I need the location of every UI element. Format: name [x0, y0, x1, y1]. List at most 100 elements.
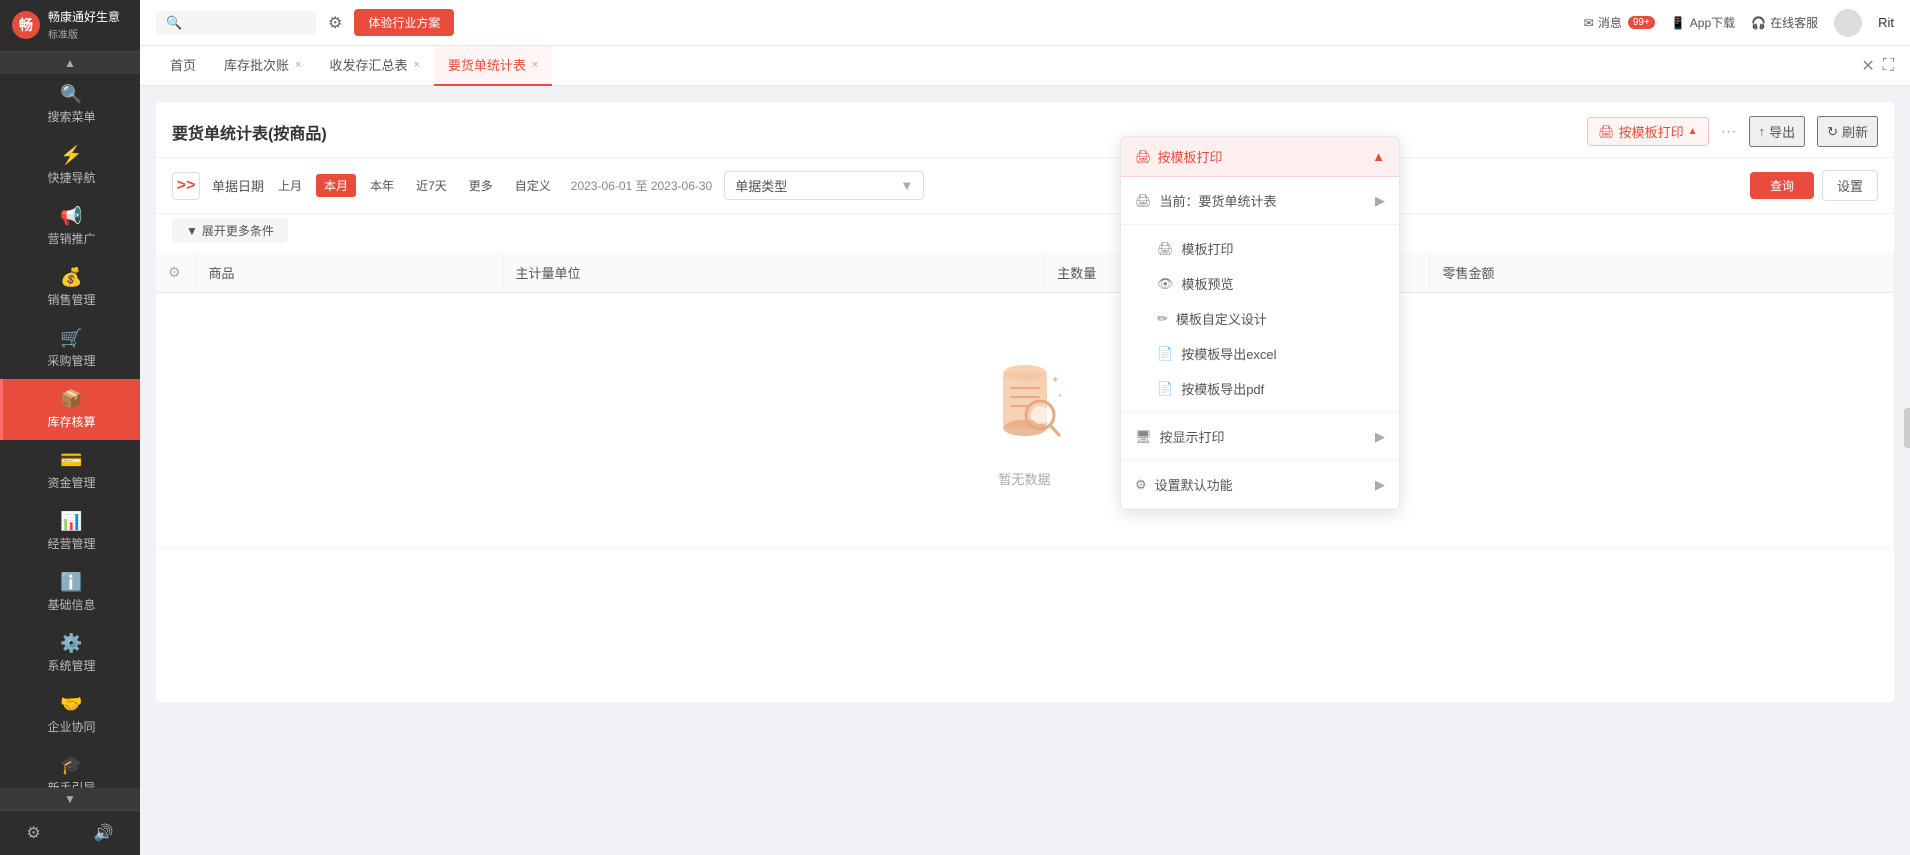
tab-inventory-batch-label: 库存批次账	[224, 55, 289, 74]
date-btn-custom[interactable]: 自定义	[507, 174, 559, 197]
headset-icon: 🎧	[1751, 16, 1766, 30]
sidebar-item-newbie[interactable]: 🎓 新手引导	[0, 745, 140, 788]
refresh-button[interactable]: ↻ 刷新	[1817, 116, 1878, 147]
col-product: 商品	[196, 253, 503, 293]
sidebar-item-inventory[interactable]: 📦 库存核算	[0, 379, 140, 440]
filter-right-actions: 查询 设置	[1750, 170, 1878, 201]
sidebar-item-cooperation[interactable]: 🤝 企业协同	[0, 684, 140, 745]
sidebar-item-marketing[interactable]: 📢 营销推广	[0, 196, 140, 257]
chevron-up-icon: ▲	[1688, 126, 1698, 137]
settings-button[interactable]: 设置	[1822, 170, 1878, 201]
date-btn-prev[interactable]: 上月	[270, 174, 310, 197]
sidebar-nav: 🔍 搜索菜单 ⚡ 快捷导航 📢 营销推广 💰 销售管理 🛒 采购管理 📦 库存核…	[0, 74, 140, 788]
chevron-right-icon: ▶	[1375, 193, 1385, 209]
page-header: 要货单统计表(按商品) 🖨 按模板打印 ▲ ··· ↑ 导出 ↻ 刷新	[156, 102, 1894, 158]
filter-expand-row: ▼ 展开更多条件	[156, 214, 1894, 253]
export-button[interactable]: ↑ 导出	[1749, 116, 1806, 147]
sidebar-item-purchase[interactable]: 🛒 采购管理	[0, 318, 140, 379]
sidebar-item-operations[interactable]: 📊 经营管理	[0, 501, 140, 562]
user-avatar[interactable]	[1834, 9, 1862, 37]
sidebar-item-search[interactable]: 🔍 搜索菜单	[0, 74, 140, 135]
expand-more-button[interactable]: ▼ 展开更多条件	[172, 218, 288, 243]
speaker-bottom-btn[interactable]: 🔊	[86, 819, 122, 847]
dropdown-display-print[interactable]: 🖥 按显示打印 ▶	[1121, 419, 1399, 454]
dropdown-item-template-custom[interactable]: ✏ 模板自定义设计	[1121, 301, 1399, 336]
app-download-action[interactable]: 📱 App下载	[1671, 14, 1735, 31]
dropdown-item-template-preview[interactable]: 👁 模板预览	[1121, 266, 1399, 301]
trial-button[interactable]: 体验行业方案	[354, 9, 454, 36]
sidebar-item-finance[interactable]: 💳 资金管理	[0, 440, 140, 501]
tab-home[interactable]: 首页	[156, 46, 210, 86]
dropdown-current-template[interactable]: 🖨 当前：要货单统计表 ▶	[1121, 183, 1399, 218]
tab-inventory-batch-close[interactable]: ×	[295, 59, 301, 71]
tab-inventory-batch[interactable]: 库存批次账 ×	[210, 46, 315, 86]
cooperation-icon: 🤝	[60, 694, 82, 715]
tab-receipt-summary[interactable]: 收发存汇总表 ×	[315, 46, 433, 86]
topbar: 🔍 ⚙ 体验行业方案 ✉ 消息 99+ 📱 App下载 🎧 在线客服 Rit	[140, 0, 1910, 46]
dropdown-item-template-print[interactable]: 🖨 模板打印	[1121, 231, 1399, 266]
print-template-button[interactable]: 🖨 按模板打印 ▲	[1587, 117, 1708, 146]
data-table: ⚙ 商品 主计量单位 主数量 零售金额	[156, 253, 1894, 549]
col-retail-amount: 零售金额	[1430, 253, 1894, 293]
topbar-actions: ✉ 消息 99+ 📱 App下载 🎧 在线客服 Rit	[1584, 9, 1894, 37]
sidebar: 畅 畅康通好生意 标准版 ▲ 🔍 搜索菜单 ⚡ 快捷导航 📢 营销推广 💰 销售…	[0, 0, 140, 855]
right-resize-handle[interactable]	[1904, 408, 1910, 448]
refresh-icon: ↻	[1827, 124, 1838, 140]
tab-close-all-btn[interactable]: ✕	[1861, 56, 1874, 76]
date-btn-more[interactable]: 更多	[461, 174, 501, 197]
sidebar-scroll-up[interactable]: ▲	[0, 52, 140, 74]
date-btn-year[interactable]: 本年	[362, 174, 402, 197]
topbar-gear-icon[interactable]: ⚙	[328, 13, 342, 33]
tab-maximize-btn[interactable]: ⛶	[1883, 57, 1894, 75]
tab-home-label: 首页	[170, 55, 196, 74]
sidebar-item-label: 经营管理	[47, 535, 95, 552]
sidebar-item-basic-info[interactable]: ℹ️ 基础信息	[0, 562, 140, 623]
quick-nav-icon: ⚡	[60, 145, 82, 166]
sidebar-item-system[interactable]: ⚙️ 系统管理	[0, 623, 140, 684]
date-filter: 单据日期 上月 本月 本年 近7天 更多 自定义	[212, 174, 559, 197]
empty-illustration: ✦ ✦	[975, 353, 1075, 453]
tab-order-stats[interactable]: 要货单统计表 ×	[434, 46, 552, 86]
dropdown-set-default[interactable]: ⚙ 设置默认功能 ▶	[1121, 467, 1399, 502]
table-settings-icon[interactable]: ⚙	[168, 264, 181, 280]
page-card: 要货单统计表(按商品) 🖨 按模板打印 ▲ ··· ↑ 导出 ↻ 刷新	[156, 102, 1894, 702]
tab-receipt-summary-close[interactable]: ×	[413, 59, 419, 71]
inventory-icon: 📦	[60, 389, 82, 410]
settings-bottom-btn[interactable]: ⚙	[18, 819, 48, 847]
template-preview-icon: 👁	[1157, 276, 1174, 292]
printer-icon: 🖨	[1135, 149, 1152, 165]
topbar-search-input[interactable]	[188, 16, 288, 30]
sidebar-item-label: 新手引导	[47, 779, 95, 788]
sidebar-item-quick-nav[interactable]: ⚡ 快捷导航	[0, 135, 140, 196]
sidebar-scroll-down[interactable]: ▼	[0, 788, 140, 810]
date-range-display: 2023-06-01 至 2023-06-30	[571, 177, 712, 194]
dropdown-collapse-icon[interactable]: ▲	[1372, 149, 1385, 164]
col-unit: 主计量单位	[503, 253, 1045, 293]
message-action[interactable]: ✉ 消息 99+	[1584, 14, 1655, 31]
dropdown-item-export-pdf[interactable]: 📄 按模板导出pdf	[1121, 371, 1399, 406]
sidebar-item-label: 系统管理	[47, 657, 95, 674]
topbar-search-box[interactable]: 🔍	[156, 11, 316, 35]
query-button[interactable]: 查询	[1750, 172, 1814, 199]
filter-bar: >> 单据日期 上月 本月 本年 近7天 更多 自定义 2023-06-01 至…	[156, 158, 1894, 214]
dropdown-item-export-excel[interactable]: 📄 按模板导出excel	[1121, 336, 1399, 371]
filter-expand-icon-btn[interactable]: >>	[172, 172, 200, 200]
more-options-icon[interactable]: ···	[1721, 123, 1737, 141]
logo-icon: 畅	[12, 11, 40, 39]
sidebar-item-sales[interactable]: 💰 销售管理	[0, 257, 140, 318]
date-btn-current[interactable]: 本月	[316, 174, 356, 197]
tab-order-stats-close[interactable]: ×	[532, 59, 538, 71]
empty-state: ✦ ✦ 暂无数据	[156, 293, 1893, 548]
doc-type-select[interactable]: 单据类型 ▼	[724, 171, 924, 200]
online-service-action[interactable]: 🎧 在线客服	[1751, 14, 1818, 31]
dropdown-title: 🖨 按模板打印	[1135, 147, 1223, 166]
date-label: 单据日期	[212, 176, 264, 195]
doc-type-label: 单据类型	[735, 176, 787, 195]
operations-icon: 📊	[60, 511, 82, 532]
system-icon: ⚙️	[60, 633, 82, 654]
chevron-right-icon3: ▶	[1375, 477, 1385, 493]
export-pdf-icon: 📄	[1157, 381, 1173, 397]
date-btn-7days[interactable]: 近7天	[408, 174, 455, 197]
select-chevron-icon: ▼	[900, 178, 913, 193]
page-header-actions: 🖨 按模板打印 ▲ ··· ↑ 导出 ↻ 刷新	[1587, 116, 1878, 147]
